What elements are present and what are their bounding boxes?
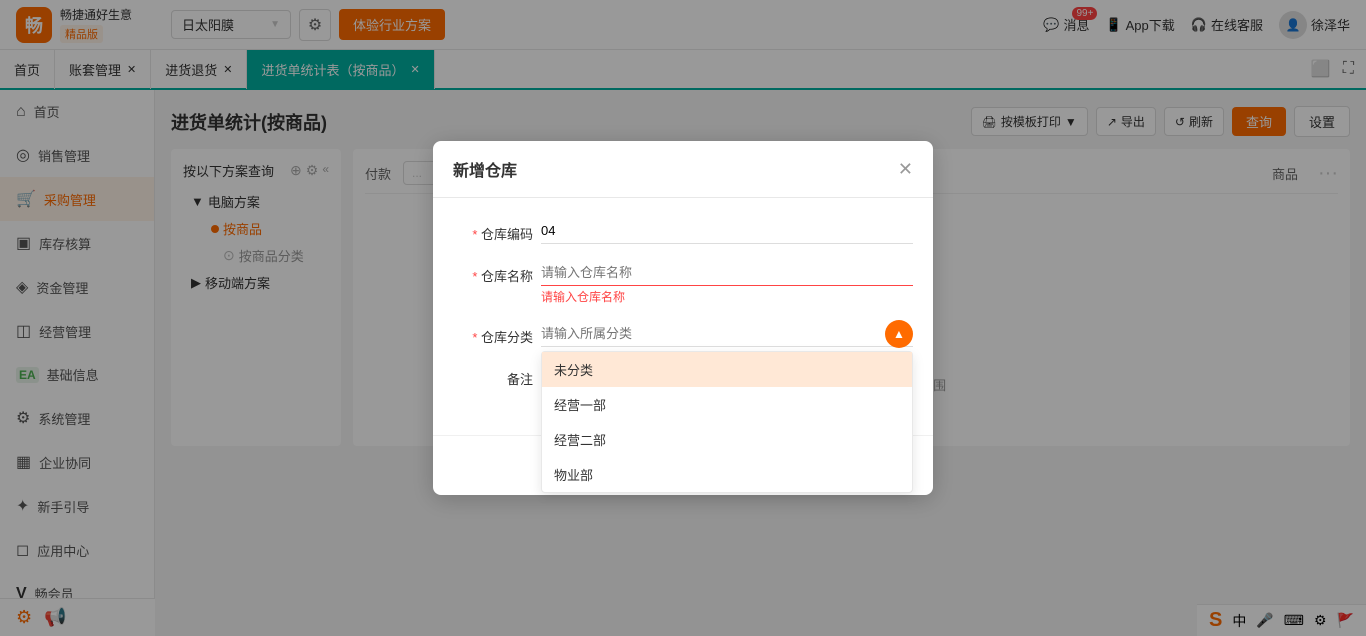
dialog-title: 新增仓库 (453, 157, 517, 181)
form-row-name: 仓库名称 请输入仓库名称 (453, 260, 913, 305)
warehouse-name-input[interactable] (541, 260, 913, 286)
dropdown-item-dept1[interactable]: 经营一部 (542, 387, 912, 422)
dropdown-item-uncategorized[interactable]: 未分类 (542, 352, 912, 387)
category-select-wrap: ▲ 未分类 经营一部 经营二部 物业部 (541, 321, 913, 347)
category-input[interactable] (541, 321, 913, 347)
dropdown-item-dept2[interactable]: 经营二部 (542, 422, 912, 457)
code-label: 仓库编码 (453, 218, 533, 243)
name-input-wrap: 请输入仓库名称 (541, 260, 913, 305)
warehouse-code-input[interactable] (541, 218, 913, 244)
dialog-overlay: 新增仓库 ✕ 仓库编码 仓库名称 请输入仓库名称 (0, 0, 1366, 636)
name-label: 仓库名称 (453, 260, 533, 285)
dropdown-item-property[interactable]: 物业部 (542, 457, 912, 492)
category-label: 仓库分类 (453, 321, 533, 346)
notes-label: 备注 (453, 363, 533, 388)
form-row-category: 仓库分类 ▲ 未分类 经营一部 经营二部 (453, 321, 913, 347)
dialog-body: 仓库编码 仓库名称 请输入仓库名称 仓库分类 (433, 198, 933, 435)
code-input-wrap (541, 218, 913, 244)
category-dropdown: 未分类 经营一部 经营二部 物业部 (541, 351, 913, 493)
category-toggle-btn[interactable]: ▲ (885, 320, 913, 348)
new-warehouse-dialog: 新增仓库 ✕ 仓库编码 仓库名称 请输入仓库名称 (433, 141, 933, 495)
form-row-code: 仓库编码 (453, 218, 913, 244)
dialog-header: 新增仓库 ✕ (433, 141, 933, 198)
name-error-msg: 请输入仓库名称 (541, 288, 913, 305)
dialog-close-button[interactable]: ✕ (898, 159, 913, 180)
